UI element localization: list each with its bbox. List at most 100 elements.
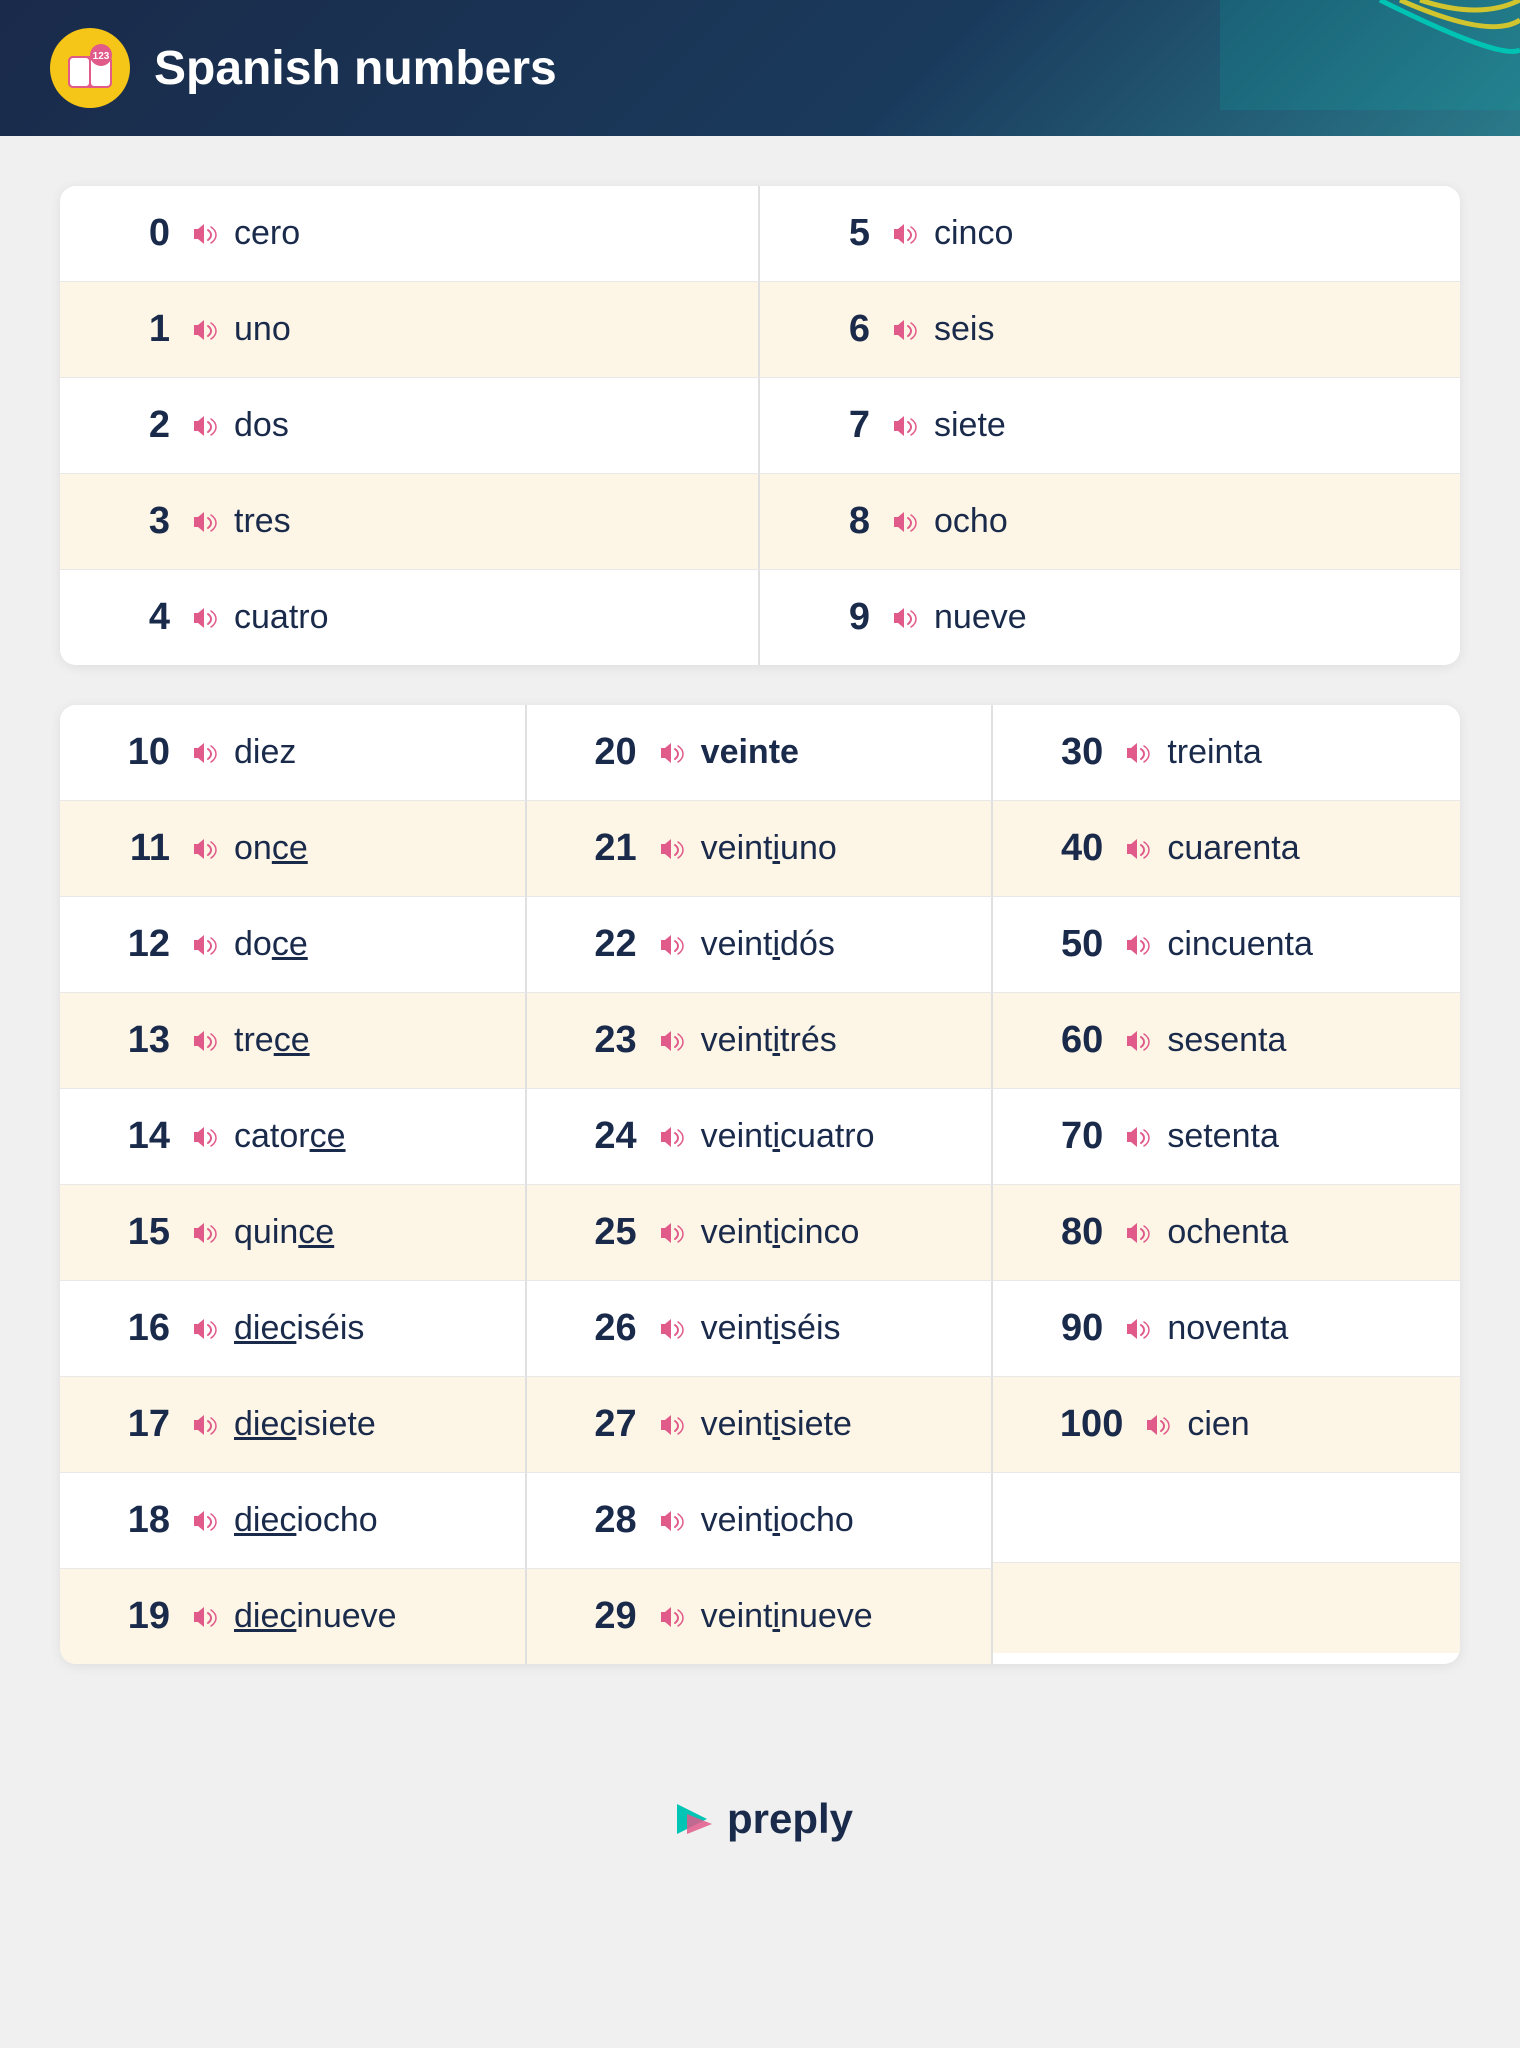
word-label: cincuenta — [1167, 925, 1313, 964]
word-label: siete — [934, 406, 1006, 445]
speaker-icon[interactable] — [186, 1503, 222, 1539]
table-row: 30 treinta — [993, 705, 1460, 801]
table-row: 19 diecinueve — [60, 1569, 527, 1664]
svg-text:123: 123 — [93, 51, 110, 62]
word-label: veintiocho — [701, 1501, 854, 1540]
word-label: veintinueve — [701, 1597, 873, 1636]
table-row: 21 veintiuno — [527, 801, 994, 897]
speaker-icon[interactable] — [186, 1311, 222, 1347]
word-label: trece — [234, 1021, 310, 1060]
speaker-icon[interactable] — [653, 1119, 689, 1155]
speaker-icon[interactable] — [186, 831, 222, 867]
brand-name: preply — [727, 1795, 853, 1843]
speaker-icon[interactable] — [186, 1119, 222, 1155]
word-label: cuarenta — [1167, 829, 1299, 868]
word-label: veintiséis — [701, 1309, 841, 1348]
speaker-icon[interactable] — [1119, 1023, 1155, 1059]
word-label: nueve — [934, 598, 1027, 637]
speaker-icon[interactable] — [653, 927, 689, 963]
speaker-icon[interactable] — [1119, 927, 1155, 963]
number-label: 19 — [90, 1595, 170, 1638]
speaker-icon[interactable] — [1119, 1119, 1155, 1155]
speaker-icon[interactable] — [886, 600, 922, 636]
table-row: 25 veinticinco — [527, 1185, 994, 1281]
speaker-icon[interactable] — [1119, 1311, 1155, 1347]
speaker-icon[interactable] — [653, 1311, 689, 1347]
table-row: 70 setenta — [993, 1089, 1460, 1185]
speaker-icon[interactable] — [186, 1599, 222, 1635]
word-label: cien — [1187, 1405, 1249, 1444]
word-label: veintidós — [701, 925, 835, 964]
number-label: 10 — [90, 731, 170, 774]
word-label: diez — [234, 733, 296, 772]
speaker-icon[interactable] — [886, 408, 922, 444]
table-row: 0 cero — [60, 186, 760, 282]
speaker-icon[interactable] — [653, 1503, 689, 1539]
number-label: 15 — [90, 1211, 170, 1254]
number-label: 17 — [90, 1403, 170, 1446]
speaker-icon[interactable] — [653, 1599, 689, 1635]
speaker-icon[interactable] — [186, 927, 222, 963]
number-label: 7 — [790, 404, 870, 447]
table-row: 50 cincuenta — [993, 897, 1460, 993]
number-label: 9 — [790, 596, 870, 639]
table-row: 10 diez — [60, 705, 527, 801]
speaker-icon[interactable] — [1119, 735, 1155, 771]
speaker-icon[interactable] — [886, 312, 922, 348]
speaker-icon[interactable] — [186, 216, 222, 252]
speaker-icon[interactable] — [1119, 1215, 1155, 1251]
speaker-icon[interactable] — [886, 504, 922, 540]
table-row: 13 trece — [60, 993, 527, 1089]
table-row: 90 noventa — [993, 1281, 1460, 1377]
number-label: 28 — [557, 1499, 637, 1542]
table-row: 28 veintiocho — [527, 1473, 994, 1569]
speaker-icon[interactable] — [886, 216, 922, 252]
word-label: veintitrés — [701, 1021, 837, 1060]
speaker-icon[interactable] — [653, 831, 689, 867]
table-row: 5 cinco — [760, 186, 1460, 282]
speaker-icon[interactable] — [186, 1407, 222, 1443]
speaker-icon[interactable] — [653, 1407, 689, 1443]
number-label: 0 — [90, 212, 170, 255]
number-label: 60 — [1023, 1019, 1103, 1062]
number-label: 5 — [790, 212, 870, 255]
word-label: quince — [234, 1213, 334, 1252]
speaker-icon[interactable] — [186, 408, 222, 444]
speaker-icon[interactable] — [1139, 1407, 1175, 1443]
number-label: 4 — [90, 596, 170, 639]
number-label: 80 — [1023, 1211, 1103, 1254]
table-row: 17 diecisiete — [60, 1377, 527, 1473]
col-right: 5 cinco 6 seis 7 — [760, 186, 1460, 665]
speaker-icon[interactable] — [186, 1023, 222, 1059]
speaker-icon[interactable] — [1119, 831, 1155, 867]
page-title: Spanish numbers — [154, 41, 557, 96]
number-label: 23 — [557, 1019, 637, 1062]
table-row: 9 nueve — [760, 570, 1460, 665]
number-label: 70 — [1023, 1115, 1103, 1158]
number-label: 6 — [790, 308, 870, 351]
speaker-icon[interactable] — [186, 600, 222, 636]
number-label: 21 — [557, 827, 637, 870]
word-label: veintisiete — [701, 1405, 852, 1444]
speaker-icon[interactable] — [186, 1215, 222, 1251]
table-row: 40 cuarenta — [993, 801, 1460, 897]
speaker-icon[interactable] — [186, 312, 222, 348]
word-label: ocho — [934, 502, 1008, 541]
speaker-icon[interactable] — [186, 504, 222, 540]
logo: 123 — [50, 28, 130, 108]
speaker-icon[interactable] — [186, 735, 222, 771]
number-label: 1 — [90, 308, 170, 351]
speaker-icon[interactable] — [653, 735, 689, 771]
table-row: 26 veintiséis — [527, 1281, 994, 1377]
word-label: diecisiete — [234, 1405, 376, 1444]
table-row: 22 veintidós — [527, 897, 994, 993]
word-label: dieciséis — [234, 1309, 364, 1348]
word-label: veinticinco — [701, 1213, 860, 1252]
speaker-icon[interactable] — [653, 1215, 689, 1251]
table-row-empty — [993, 1563, 1460, 1653]
number-label: 90 — [1023, 1307, 1103, 1350]
number-label: 3 — [90, 500, 170, 543]
table-row: 3 tres — [60, 474, 760, 570]
number-label: 25 — [557, 1211, 637, 1254]
speaker-icon[interactable] — [653, 1023, 689, 1059]
